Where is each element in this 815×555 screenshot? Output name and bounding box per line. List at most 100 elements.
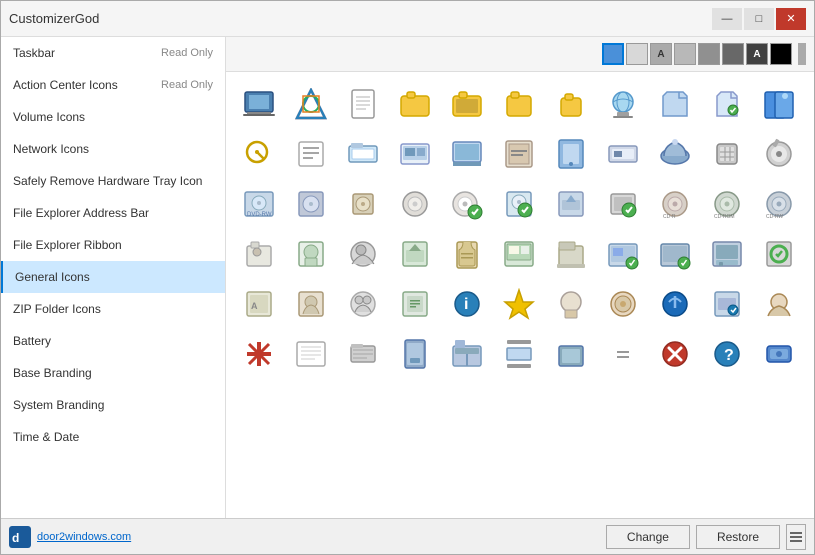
icon-cell[interactable] — [598, 80, 648, 128]
icon-cell[interactable] — [650, 330, 700, 378]
icon-cell[interactable] — [338, 130, 388, 178]
maximize-button[interactable]: □ — [744, 8, 774, 30]
sidebar-item-battery[interactable]: Battery — [1, 325, 225, 357]
sidebar-item-base-branding[interactable]: Base Branding — [1, 357, 225, 389]
icon-cell[interactable] — [442, 80, 492, 128]
swatch-gray-a[interactable]: A — [650, 43, 672, 65]
icon-cell[interactable]: A — [234, 280, 284, 328]
sidebar-item-taskbar[interactable]: Taskbar Read Only — [1, 37, 225, 69]
icon-cell[interactable] — [650, 130, 700, 178]
icon-cell[interactable] — [546, 180, 596, 228]
icon-cell[interactable] — [442, 230, 492, 278]
icon-cell[interactable] — [546, 230, 596, 278]
svg-text:i: i — [464, 296, 468, 313]
swatch-black[interactable] — [770, 43, 792, 65]
minimize-button[interactable]: — — [712, 8, 742, 30]
icon-cell[interactable] — [546, 280, 596, 328]
icon-cell[interactable] — [650, 280, 700, 328]
website-link[interactable]: door2windows.com — [37, 531, 131, 543]
icon-cell[interactable] — [494, 80, 544, 128]
swatch-dark-a[interactable]: A — [746, 43, 768, 65]
icon-cell[interactable] — [234, 130, 284, 178]
icon-cell[interactable] — [338, 280, 388, 328]
swatch-light-gray[interactable] — [626, 43, 648, 65]
icon-cell[interactable] — [598, 230, 648, 278]
restore-button[interactable]: Restore — [696, 525, 780, 549]
icon-cell[interactable] — [754, 80, 804, 128]
menu-button[interactable] — [786, 524, 806, 550]
icon-cell[interactable] — [650, 80, 700, 128]
icon-cell[interactable] — [234, 80, 284, 128]
sidebar-item-volume[interactable]: Volume Icons — [1, 101, 225, 133]
icon-cell[interactable] — [494, 330, 544, 378]
scrollbar-handle[interactable] — [798, 43, 806, 65]
change-button[interactable]: Change — [606, 525, 690, 549]
swatch-mid-gray1[interactable] — [674, 43, 696, 65]
icon-cell[interactable]: ? — [702, 330, 752, 378]
icon-cell[interactable] — [390, 180, 440, 228]
icon-cell[interactable] — [234, 330, 284, 378]
icon-cell[interactable] — [598, 280, 648, 328]
icon-cell[interactable] — [338, 180, 388, 228]
icon-cell[interactable] — [338, 230, 388, 278]
icon-cell[interactable] — [494, 280, 544, 328]
icon-cell[interactable] — [702, 280, 752, 328]
icon-cell[interactable] — [338, 330, 388, 378]
icon-cell[interactable] — [546, 130, 596, 178]
sidebar-item-general[interactable]: General Icons — [1, 261, 225, 293]
icon-cell[interactable] — [286, 180, 336, 228]
icon-cell[interactable] — [754, 230, 804, 278]
icon-cell[interactable] — [754, 130, 804, 178]
icon-grid-container[interactable]: DVD-RW — [226, 72, 814, 518]
icon-cell[interactable] — [390, 280, 440, 328]
icon-cell[interactable] — [390, 130, 440, 178]
svg-text:d: d — [12, 531, 19, 545]
icon-cell[interactable] — [598, 130, 648, 178]
icon-cell[interactable]: i — [442, 280, 492, 328]
icon-cell[interactable] — [234, 230, 284, 278]
sidebar-item-action-center[interactable]: Action Center Icons Read Only — [1, 69, 225, 101]
icon-cell[interactable] — [494, 230, 544, 278]
sidebar-item-file-addr[interactable]: File Explorer Address Bar — [1, 197, 225, 229]
icon-cell[interactable] — [442, 180, 492, 228]
icon-cell[interactable]: CD-R — [650, 180, 700, 228]
icon-cell[interactable] — [754, 330, 804, 378]
icon-cell[interactable] — [390, 330, 440, 378]
icon-cell[interactable] — [494, 180, 544, 228]
icon-cell[interactable] — [442, 330, 492, 378]
icon-cell[interactable] — [286, 280, 336, 328]
icon-cell[interactable] — [702, 130, 752, 178]
close-button[interactable]: ✕ — [776, 8, 806, 30]
icon-cell[interactable] — [598, 330, 648, 378]
sidebar-item-zip[interactable]: ZIP Folder Icons — [1, 293, 225, 325]
icon-cell[interactable] — [650, 230, 700, 278]
icon-cell[interactable] — [702, 230, 752, 278]
swatch-dark-gray[interactable] — [722, 43, 744, 65]
icon-cell[interactable] — [598, 180, 648, 228]
icon-cell[interactable]: DVD-RW — [234, 180, 284, 228]
sidebar-item-safe-remove[interactable]: Safely Remove Hardware Tray Icon — [1, 165, 225, 197]
sidebar-item-network[interactable]: Network Icons — [1, 133, 225, 165]
icon-cell[interactable] — [546, 80, 596, 128]
sidebar-item-system-branding[interactable]: System Branding — [1, 389, 225, 421]
icon-cell[interactable] — [442, 130, 492, 178]
icon-cell[interactable] — [286, 130, 336, 178]
icon-cell[interactable] — [494, 130, 544, 178]
icon-cell[interactable] — [702, 80, 752, 128]
icon-cell[interactable]: CD-ROM — [702, 180, 752, 228]
icon-cell[interactable] — [390, 230, 440, 278]
swatch-mid-gray2[interactable] — [698, 43, 720, 65]
sidebar-item-label: Taskbar — [13, 46, 55, 60]
icon-cell[interactable] — [286, 230, 336, 278]
icon-cell[interactable] — [754, 280, 804, 328]
icon-cell[interactable] — [286, 330, 336, 378]
sidebar-item-file-ribbon[interactable]: File Explorer Ribbon — [1, 229, 225, 261]
icon-cell[interactable]: CD-RW — [754, 180, 804, 228]
svg-text:DVD-RW: DVD-RW — [247, 212, 272, 218]
icon-cell[interactable] — [338, 80, 388, 128]
sidebar-item-time-date[interactable]: Time & Date — [1, 421, 225, 453]
swatch-blue[interactable] — [602, 43, 624, 65]
icon-cell[interactable] — [546, 330, 596, 378]
icon-cell[interactable] — [390, 80, 440, 128]
icon-cell[interactable] — [286, 80, 336, 128]
